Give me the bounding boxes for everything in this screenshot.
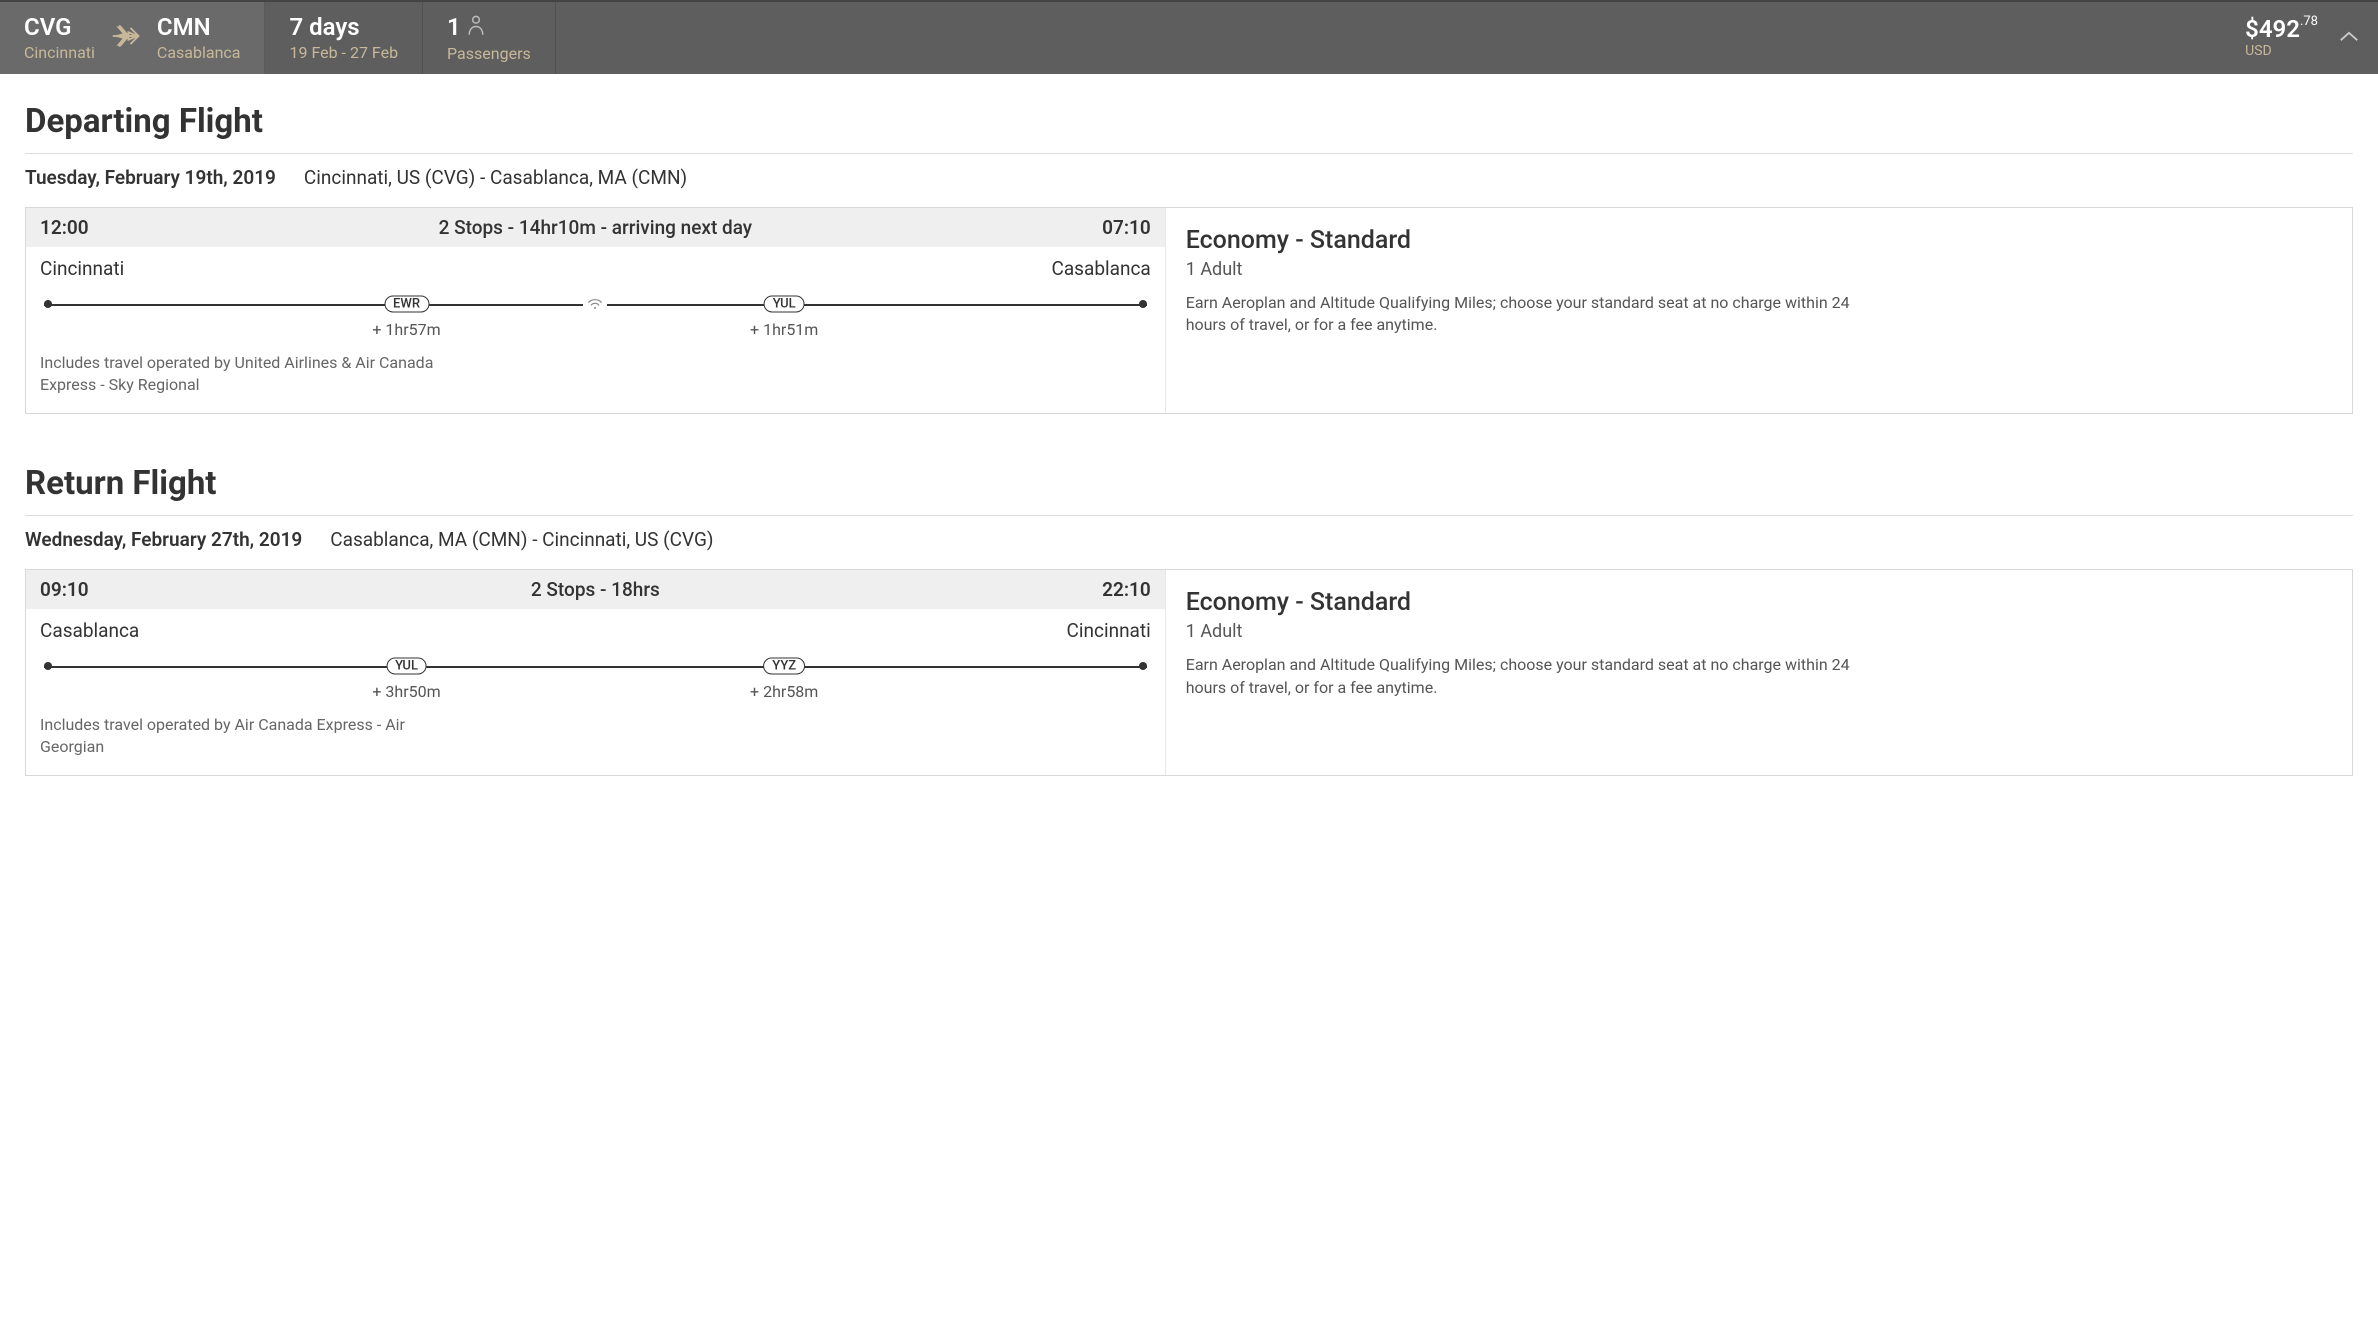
header-spacer — [556, 2, 2221, 74]
operator-note: Includes travel operated by Air Canada E… — [40, 714, 460, 757]
origin-city: Cincinnati — [24, 43, 95, 62]
return-route: Casablanca, MA (CMN) - Cincinnati, US (C… — [330, 528, 713, 551]
duration-main: 7 days — [289, 15, 398, 39]
stop-chip: EWR — [384, 296, 429, 313]
dep-time: 09:10 — [40, 578, 89, 601]
summary-header: CVG Cincinnati CMN Casablanca 7 days 19 … — [0, 0, 2378, 74]
flight-header-row: 09:10 2 Stops - 18hrs 22:10 — [26, 570, 1165, 609]
pax-count: 1 — [447, 15, 461, 39]
fare-panel: Economy - Standard 1 Adult Earn Aeroplan… — [1166, 208, 2352, 413]
flight-summary: 2 Stops - 14hr10m - arriving next day — [439, 216, 753, 239]
dest-code: CMN — [157, 15, 241, 39]
header-pax-section[interactable]: 1 Passengers — [423, 2, 556, 74]
flight-summary: 2 Stops - 18hrs — [531, 578, 660, 601]
departing-date-route: Tuesday, February 19th, 2019 Cincinnati,… — [25, 166, 2353, 189]
header-route-section[interactable]: CVG Cincinnati CMN Casablanca — [0, 2, 265, 74]
flight-itinerary: 12:00 2 Stops - 14hr10m - arriving next … — [26, 208, 1166, 413]
stop-chip: YYZ — [763, 658, 805, 675]
flight-itinerary: 09:10 2 Stops - 18hrs 22:10 Casablanca C… — [26, 570, 1166, 775]
arr-time: 07:10 — [1102, 216, 1151, 239]
price-amount: $492.78 — [2245, 17, 2318, 41]
fare-pax: 1 Adult — [1186, 259, 2332, 280]
pax-label: Passengers — [447, 44, 531, 63]
return-date-route: Wednesday, February 27th, 2019 Casablanc… — [25, 528, 2353, 551]
return-flight-card: 09:10 2 Stops - 18hrs 22:10 Casablanca C… — [25, 569, 2353, 776]
departing-title: Departing Flight — [25, 102, 2353, 141]
header-dates-section[interactable]: 7 days 19 Feb - 27 Feb — [265, 2, 423, 74]
departing-route: Cincinnati, US (CVG) - Casablanca, MA (C… — [304, 166, 687, 189]
header-price-section[interactable]: $492.78 USD — [2221, 2, 2378, 74]
fare-title: Economy - Standard — [1186, 226, 2332, 255]
stops-timeline: EWR YUL — [40, 294, 1151, 314]
dep-city: Casablanca — [40, 619, 139, 642]
fare-panel: Economy - Standard 1 Adult Earn Aeroplan… — [1166, 570, 2352, 775]
dep-city: Cincinnati — [40, 257, 124, 280]
departing-flight-card: 12:00 2 Stops - 14hr10m - arriving next … — [25, 207, 2353, 414]
fare-pax: 1 Adult — [1186, 621, 2332, 642]
price-main: $492 — [2245, 15, 2300, 43]
fare-desc: Earn Aeroplan and Altitude Qualifying Mi… — [1186, 292, 1866, 337]
flight-header-row: 12:00 2 Stops - 14hr10m - arriving next … — [26, 208, 1165, 247]
stop-chip: YUL — [764, 296, 805, 313]
layover-time: + 1hr51m — [750, 320, 818, 339]
arr-city: Cincinnati — [1067, 619, 1151, 642]
dep-time: 12:00 — [40, 216, 89, 239]
layover-time: + 2hr58m — [750, 682, 818, 701]
operator-note: Includes travel operated by United Airli… — [40, 352, 460, 395]
chevron-up-icon[interactable] — [2338, 29, 2360, 48]
separator — [25, 153, 2353, 154]
duration-sub: 19 Feb - 27 Feb — [289, 43, 398, 62]
layover-time: + 1hr57m — [372, 320, 440, 339]
price-currency: USD — [2245, 43, 2318, 59]
return-date: Wednesday, February 27th, 2019 — [25, 528, 302, 551]
fare-desc: Earn Aeroplan and Altitude Qualifying Mi… — [1186, 654, 1866, 699]
arr-time: 22:10 — [1102, 578, 1151, 601]
plane-icon — [111, 21, 141, 55]
separator — [25, 515, 2353, 516]
stops-timeline: YUL YYZ — [40, 656, 1151, 676]
fare-title: Economy - Standard — [1186, 588, 2332, 617]
origin-code: CVG — [24, 15, 95, 39]
person-icon — [467, 14, 485, 40]
price-cents: .78 — [2300, 14, 2318, 29]
dest-city: Casablanca — [157, 43, 241, 62]
arr-city: Casablanca — [1051, 257, 1150, 280]
departing-date: Tuesday, February 19th, 2019 — [25, 166, 276, 189]
layover-time: + 3hr50m — [372, 682, 440, 701]
stop-chip: YUL — [386, 658, 427, 675]
wifi-icon — [583, 298, 607, 310]
return-title: Return Flight — [25, 464, 2353, 503]
